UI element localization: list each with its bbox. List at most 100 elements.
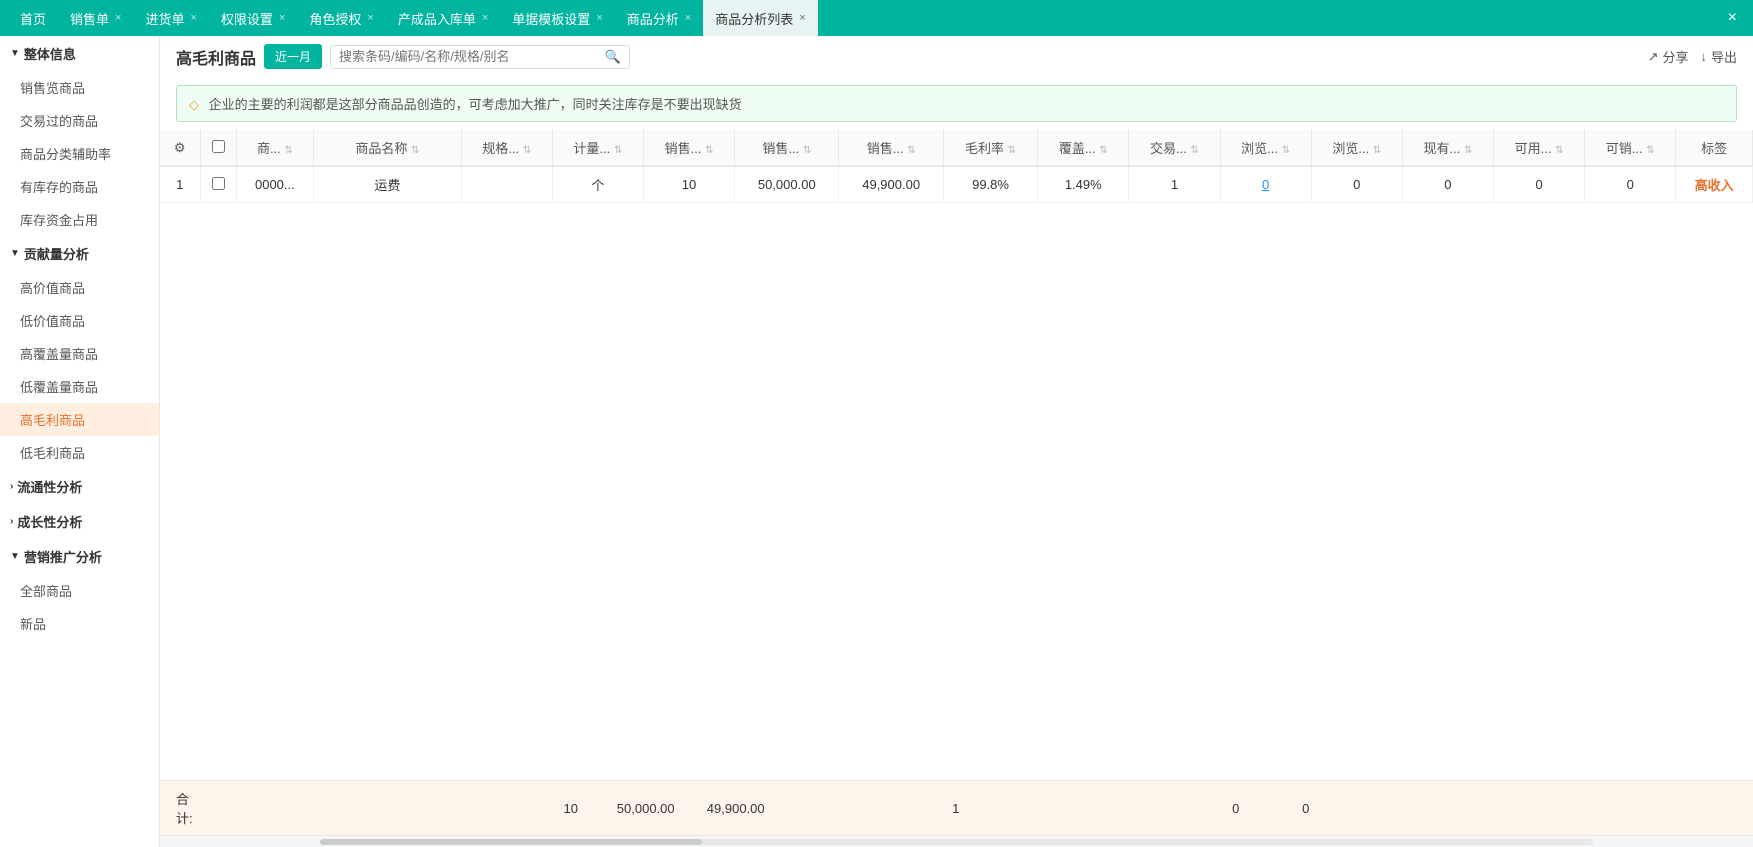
close-analysis-icon[interactable]: × — [685, 12, 691, 24]
close-permissions-icon[interactable]: × — [279, 12, 285, 24]
sidebar-group-growth[interactable]: › 成长性分析 — [0, 504, 159, 539]
sidebar-item-high-freq[interactable]: 高覆盖量商品 — [0, 337, 159, 370]
cell-checkbox[interactable] — [200, 166, 236, 203]
col-name[interactable]: 商品名称 ⇅ — [314, 130, 461, 166]
sidebar-item-low-freq[interactable]: 低覆盖量商品 — [0, 370, 159, 403]
content-area: 高毛利商品 近一月 🔍 ↗ 分享 ↓ 导出 ◇ 企业的 — [160, 36, 1753, 847]
cell-tag: 高收入 — [1676, 166, 1753, 203]
footer-sales-amount: 50,000.00 — [601, 801, 691, 816]
footer-spacer2 — [301, 801, 381, 816]
sidebar-item-sales-goods[interactable]: 销售览商品 — [0, 71, 159, 104]
col-tag: 标签 — [1676, 130, 1753, 166]
sidebar-item-traded-goods[interactable]: 交易过的商品 — [0, 104, 159, 137]
sidebar-item-high-margin[interactable]: 高毛利商品 — [0, 403, 159, 436]
cell-sales-cost: 49,900.00 — [839, 166, 943, 203]
footer-spacer6 — [851, 801, 921, 816]
nav-analysis-list[interactable]: 商品分析列表 × — [703, 0, 817, 36]
sort-coverage-icon: ⇅ — [1099, 145, 1107, 156]
scrollbar-track[interactable] — [320, 839, 1593, 845]
col-sales-amount[interactable]: 销售... ⇅ — [735, 130, 839, 166]
sort-name-icon: ⇅ — [411, 145, 419, 156]
cell-transaction: 1 — [1129, 166, 1220, 203]
col-spec[interactable]: 规格... ⇅ — [461, 130, 552, 166]
sort-sales-qty-icon: ⇅ — [705, 145, 713, 156]
close-sales-icon[interactable]: × — [115, 12, 121, 24]
settings-icon: ⚙ — [174, 140, 186, 155]
nav-home[interactable]: 首页 — [8, 0, 58, 36]
sidebar-item-stocked-goods[interactable]: 有库存的商品 — [0, 170, 159, 203]
table-row: 1 0000... 运费 个 10 50,000.00 49,900.00 99… — [160, 166, 1753, 203]
search-icon[interactable]: 🔍 — [605, 49, 621, 65]
sort-current-icon: ⇅ — [1464, 145, 1472, 156]
app-close-button[interactable]: × — [1720, 9, 1745, 27]
sidebar-item-stock-occupation[interactable]: 库存资金占用 — [0, 203, 159, 236]
footer-values: 10 50,000.00 49,900.00 1 0 0 — [225, 801, 1737, 816]
sort-transaction-icon: ⇅ — [1190, 145, 1198, 156]
content-header: 高毛利商品 近一月 🔍 ↗ 分享 ↓ 导出 — [160, 36, 1753, 77]
cell-coverage: 1.49% — [1038, 166, 1129, 203]
footer-label: 合计: — [176, 789, 205, 827]
close-purchase-icon[interactable]: × — [190, 12, 196, 24]
sidebar-group-wealth[interactable]: ▼ 贡献量分析 — [0, 236, 159, 271]
col-current[interactable]: 现有... ⇅ — [1402, 130, 1493, 166]
footer-spacer1 — [225, 801, 301, 816]
cell-current: 0 — [1402, 166, 1493, 203]
filter-recent-month-button[interactable]: 近一月 — [264, 44, 322, 69]
sidebar-item-low-value[interactable]: 低价值商品 — [0, 304, 159, 337]
nav-analysis[interactable]: 商品分析 × — [615, 0, 703, 36]
nav-sales[interactable]: 销售单 × — [58, 0, 133, 36]
nav-roles[interactable]: 角色授权 × — [297, 0, 385, 36]
search-input[interactable] — [339, 49, 605, 64]
nav-permissions[interactable]: 权限设置 × — [209, 0, 297, 36]
col-transaction[interactable]: 交易... ⇅ — [1129, 130, 1220, 166]
share-button[interactable]: ↗ 分享 — [1648, 47, 1689, 66]
footer-sellable: 0 — [1271, 801, 1341, 816]
close-product-in-icon[interactable]: × — [482, 12, 488, 24]
col-code[interactable]: 商... ⇅ — [236, 130, 314, 166]
close-roles-icon[interactable]: × — [367, 12, 373, 24]
sidebar-group-flow[interactable]: › 流通性分析 — [0, 469, 159, 504]
sidebar-item-category-help[interactable]: 商品分类辅助率 — [0, 137, 159, 170]
expand-arrow-wealth: ▼ — [10, 248, 20, 259]
col-settings[interactable]: ⚙ — [160, 130, 200, 166]
page-title: 高毛利商品 — [176, 45, 256, 69]
sort-sales-cost-icon: ⇅ — [907, 145, 915, 156]
col-sellable[interactable]: 可销... ⇅ — [1585, 130, 1676, 166]
sidebar-item-low-margin[interactable]: 低毛利商品 — [0, 436, 159, 469]
cell-browse2: 0 — [1311, 166, 1402, 203]
close-analysis-list-icon[interactable]: × — [799, 12, 805, 24]
select-all-checkbox[interactable] — [212, 140, 225, 153]
sidebar-item-high-value[interactable]: 高价值商品 — [0, 271, 159, 304]
col-browse2[interactable]: 浏览... ⇅ — [1311, 130, 1402, 166]
info-icon: ◇ — [189, 97, 199, 112]
nav-purchase[interactable]: 进货单 × — [133, 0, 208, 36]
col-coverage[interactable]: 覆盖... ⇅ — [1038, 130, 1129, 166]
row-checkbox[interactable] — [212, 177, 225, 190]
top-nav: 首页 销售单 × 进货单 × 权限设置 × 角色授权 × 产成品入库单 × 单据… — [0, 0, 1753, 36]
col-margin-rate[interactable]: 毛利率 ⇅ — [943, 130, 1037, 166]
col-sales-cost[interactable]: 销售... ⇅ — [839, 130, 943, 166]
search-box: 🔍 — [330, 45, 630, 69]
expand-arrow-growth: › — [10, 516, 13, 527]
sidebar-item-new-goods[interactable]: 新品 — [0, 607, 159, 640]
sidebar-item-all-goods[interactable]: 全部商品 — [0, 574, 159, 607]
sort-sellable-icon: ⇅ — [1646, 145, 1654, 156]
sidebar-group-overview[interactable]: ▼ 整体信息 — [0, 36, 159, 71]
sidebar-group-marketing[interactable]: ▼ 营销推广分析 — [0, 539, 159, 574]
footer-spacer3 — [381, 801, 461, 816]
data-table: ⚙ 商... ⇅ 商品名称 ⇅ — [160, 130, 1753, 203]
nav-product-in[interactable]: 产成品入库单 × — [386, 0, 500, 36]
scrollbar-thumb[interactable] — [320, 839, 702, 845]
col-sales-qty[interactable]: 销售... ⇅ — [643, 130, 734, 166]
col-unit[interactable]: 计量... ⇅ — [552, 130, 643, 166]
header-actions: ↗ 分享 ↓ 导出 — [1648, 47, 1737, 66]
col-browse1[interactable]: 浏览... ⇅ — [1220, 130, 1311, 166]
footer-spacer7 — [991, 801, 1061, 816]
close-template-icon[interactable]: × — [596, 12, 602, 24]
col-available[interactable]: 可用... ⇅ — [1493, 130, 1584, 166]
cell-browse1[interactable]: 0 — [1220, 166, 1311, 203]
sort-sales-amount-icon: ⇅ — [803, 145, 811, 156]
sort-available-icon: ⇅ — [1555, 145, 1563, 156]
nav-template[interactable]: 单据模板设置 × — [500, 0, 614, 36]
export-button[interactable]: ↓ 导出 — [1700, 47, 1737, 66]
